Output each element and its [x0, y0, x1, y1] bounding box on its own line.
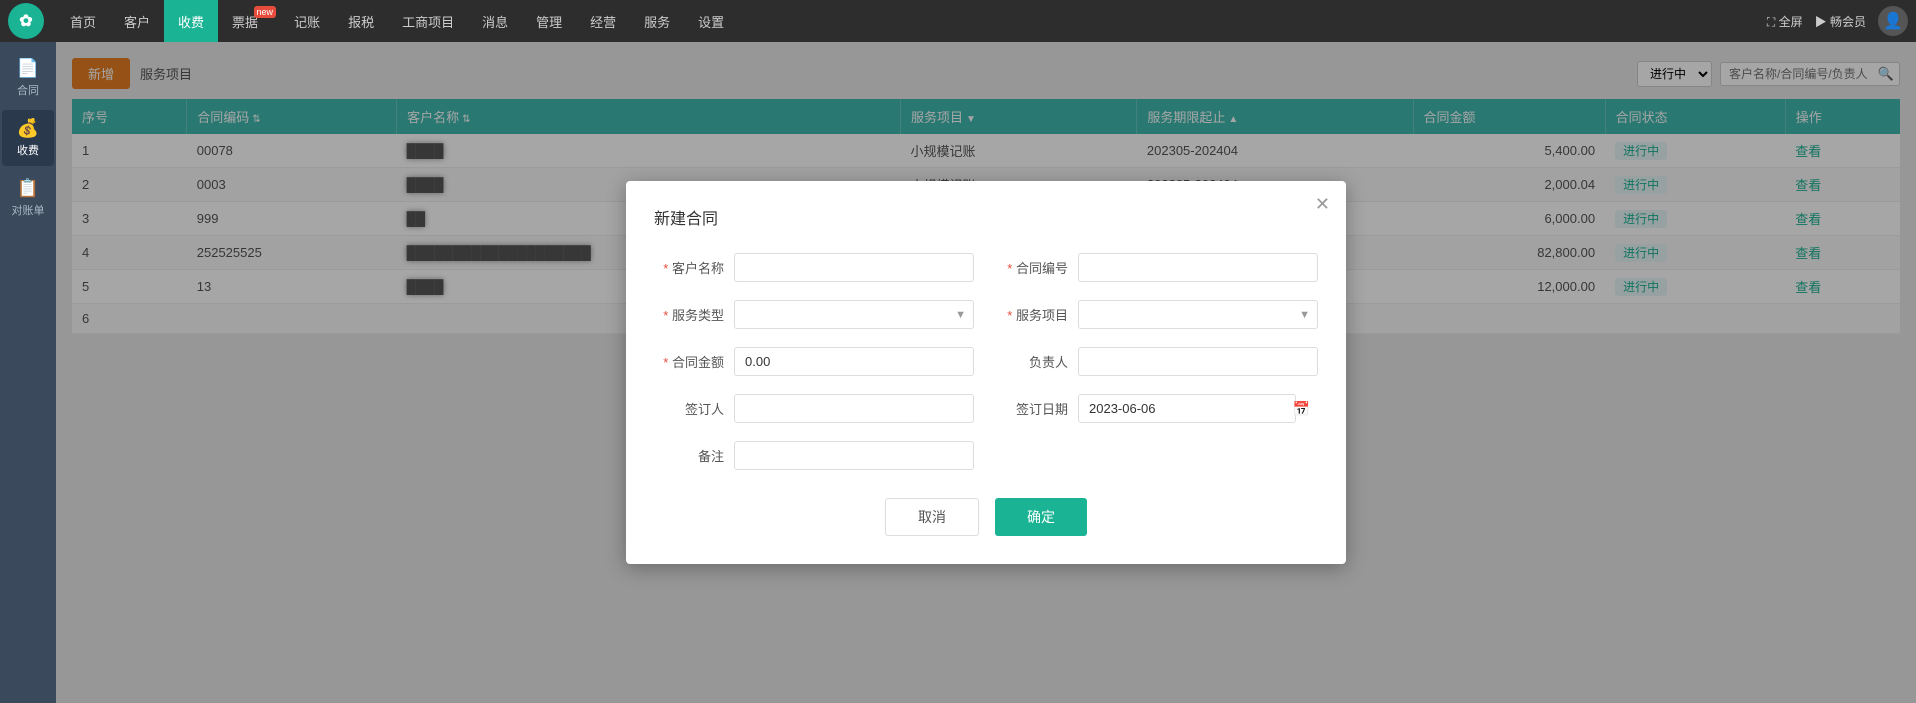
person-input[interactable]: [1078, 347, 1318, 376]
sign-date-label: 签订日期: [998, 399, 1068, 418]
modal-overlay: ✕ 新建合同 * 客户名称 * 合同编号: [56, 42, 1916, 703]
sidebar-item-fee[interactable]: 💰 收费: [2, 110, 54, 166]
nav-menu: 首页 客户 收费 票据 new 记账 报税 工商项目 消息 管理 经营 服务 设…: [56, 0, 1767, 42]
top-navigation: ✿ 首页 客户 收费 票据 new 记账 报税 工商项目 消息 管理 经营 服务…: [0, 0, 1916, 42]
nav-accounting[interactable]: 记账: [280, 0, 334, 42]
nav-service[interactable]: 服务: [630, 0, 684, 42]
form-row-1: * 客户名称 * 合同编号: [654, 253, 1318, 282]
nav-settings[interactable]: 设置: [684, 0, 738, 42]
form-row-5: 备注: [654, 441, 1318, 470]
nav-customer[interactable]: 客户: [110, 0, 164, 42]
user-avatar[interactable]: 👤: [1878, 6, 1908, 36]
service-type-select-wrap: ▼: [734, 300, 974, 329]
new-contract-modal: ✕ 新建合同 * 客户名称 * 合同编号: [626, 181, 1346, 564]
remark-spacer: [998, 441, 1318, 470]
amount-group: * 合同金额: [654, 347, 974, 376]
amount-input[interactable]: [734, 347, 974, 376]
service-type-label: * 服务类型: [654, 305, 724, 324]
member-button[interactable]: ▶ 畅会员: [1815, 13, 1866, 30]
nav-right-actions: ⛶ 全屏 ▶ 畅会员 👤: [1767, 6, 1908, 36]
nav-home[interactable]: 首页: [56, 0, 110, 42]
service-item-label: * 服务项目: [998, 305, 1068, 324]
sidebar: 📄 合同 💰 收费 📋 对账单: [0, 42, 56, 703]
modal-close-button[interactable]: ✕: [1315, 195, 1330, 213]
customer-name-label: * 客户名称: [654, 258, 724, 277]
service-item-select[interactable]: [1078, 300, 1318, 329]
nav-business[interactable]: 工商项目: [388, 0, 468, 42]
form-row-3: * 合同金额 负责人: [654, 347, 1318, 376]
sidebar-item-statement[interactable]: 📋 对账单: [2, 170, 54, 226]
signer-label: 签订人: [654, 399, 724, 418]
service-type-group: * 服务类型 ▼: [654, 300, 974, 329]
remark-input[interactable]: [734, 441, 974, 470]
person-group: 负责人: [998, 347, 1318, 376]
nav-operation[interactable]: 经营: [576, 0, 630, 42]
nav-invoice[interactable]: 票据 new: [218, 0, 280, 42]
amount-label: * 合同金额: [654, 352, 724, 371]
new-badge: new: [254, 6, 277, 18]
sign-date-input[interactable]: [1078, 394, 1296, 423]
logo-icon: ✿: [8, 3, 44, 39]
contract-no-group: * 合同编号: [998, 253, 1318, 282]
remark-group: 备注: [654, 441, 974, 470]
cancel-button[interactable]: 取消: [885, 498, 979, 536]
customer-name-group: * 客户名称: [654, 253, 974, 282]
contract-no-label: * 合同编号: [998, 258, 1068, 277]
main-layout: 📄 合同 💰 收费 📋 对账单 新增 服务项目 进行中 全部 已终止: [0, 42, 1916, 703]
form-row-2: * 服务类型 ▼ * 服务项目: [654, 300, 1318, 329]
signer-input[interactable]: [734, 394, 974, 423]
modal-title: 新建合同: [654, 205, 1318, 229]
modal-footer: 取消 确定: [654, 498, 1318, 536]
calendar-icon[interactable]: 📅: [1293, 400, 1310, 417]
nav-manage[interactable]: 管理: [522, 0, 576, 42]
fullscreen-button[interactable]: ⛶ 全屏: [1767, 13, 1803, 30]
content-area: 新增 服务项目 进行中 全部 已终止 🔍 序号 合同编码⇅: [56, 42, 1916, 703]
service-type-select[interactable]: [734, 300, 974, 329]
signer-group: 签订人: [654, 394, 974, 423]
fee-icon: 💰: [17, 118, 39, 139]
person-label: 负责人: [998, 352, 1068, 371]
sidebar-item-contract[interactable]: 📄 合同: [2, 50, 54, 106]
contract-no-input[interactable]: [1078, 253, 1318, 282]
form-row-4: 签订人 签订日期 📅: [654, 394, 1318, 423]
nav-message[interactable]: 消息: [468, 0, 522, 42]
sign-date-wrap: 📅: [1078, 394, 1318, 423]
statement-icon: 📋: [17, 178, 39, 199]
service-item-select-wrap: ▼: [1078, 300, 1318, 329]
contract-icon: 📄: [17, 58, 39, 79]
confirm-button[interactable]: 确定: [995, 498, 1087, 536]
nav-fee[interactable]: 收费: [164, 0, 218, 42]
sign-date-group: 签订日期 📅: [998, 394, 1318, 423]
service-item-group: * 服务项目 ▼: [998, 300, 1318, 329]
nav-tax[interactable]: 报税: [334, 0, 388, 42]
customer-name-input[interactable]: [734, 253, 974, 282]
remark-label: 备注: [654, 446, 724, 465]
